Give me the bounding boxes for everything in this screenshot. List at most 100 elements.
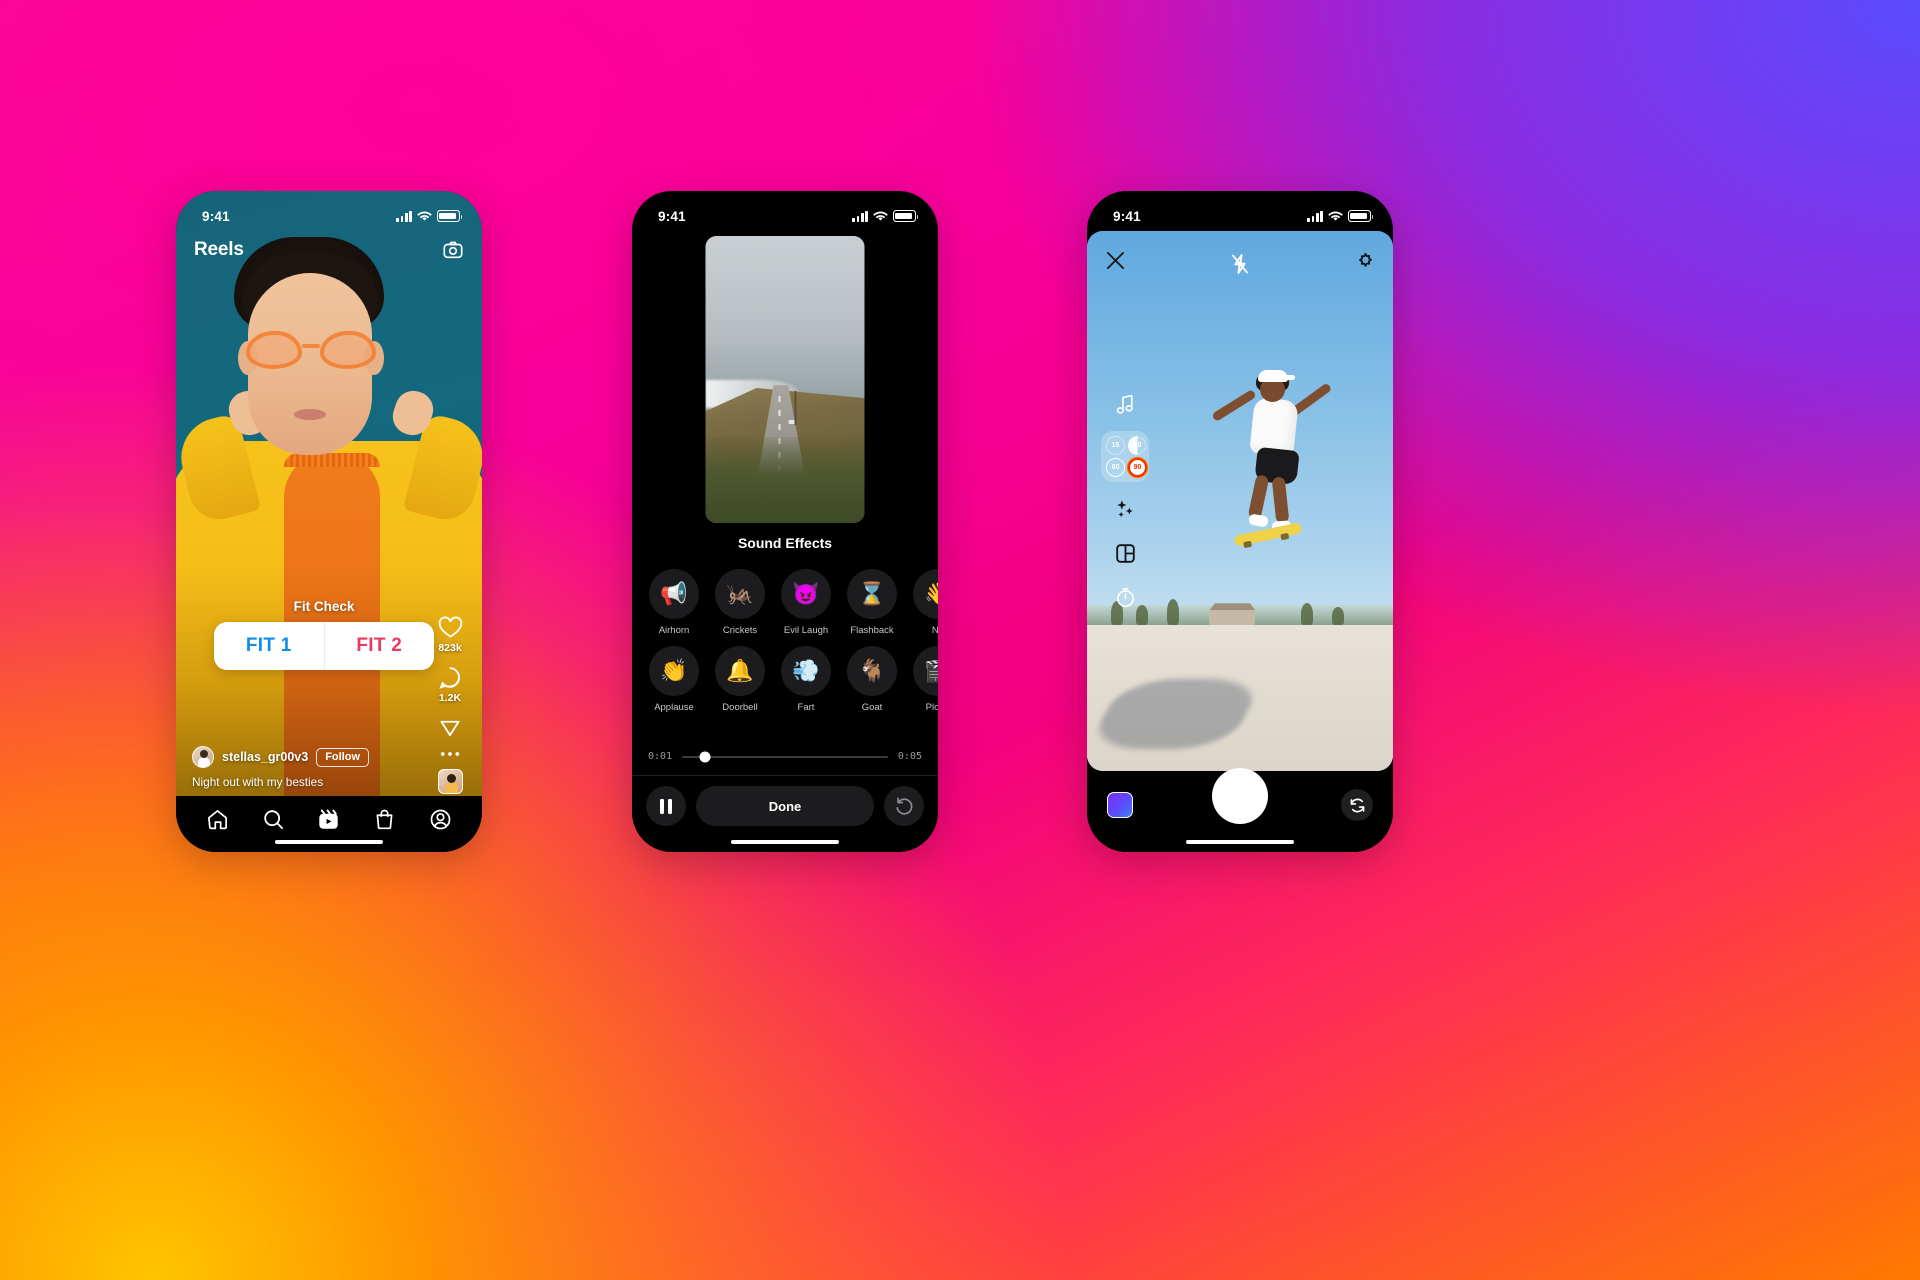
reels-screen: 9:41 Reels Fit Check FIT 1 FIT 2 stellas… <box>176 191 482 852</box>
sparkle-settings-icon[interactable] <box>1356 251 1375 270</box>
status-icons <box>396 210 463 222</box>
sound-effects-grid: 📢 Airhorn 🦗 Crickets 😈 Evil Laugh ⌛ Flas… <box>648 569 938 713</box>
flash-off-icon[interactable] <box>1230 253 1250 275</box>
sound-effect-item[interactable]: 📢 Airhorn <box>648 569 700 636</box>
page-title: Reels <box>194 239 244 260</box>
status-time: 9:41 <box>658 208 686 224</box>
sound-effect-item[interactable]: 😈 Evil Laugh <box>780 569 832 636</box>
audio-thumbnail[interactable] <box>437 769 463 794</box>
home-indicator <box>731 839 839 844</box>
sound-effect-item[interactable]: 🦗 Crickets <box>714 569 766 636</box>
sound-effect-item[interactable]: ⌛ Flashback <box>846 569 898 636</box>
sound-effect-label: Crickets <box>722 625 758 636</box>
duration-option-15[interactable]: 15 <box>1106 436 1125 455</box>
preview-brush <box>705 436 865 523</box>
sound-effect-label: No <box>931 625 938 636</box>
status-time: 9:41 <box>1113 208 1141 224</box>
tool-timer[interactable] <box>1108 580 1142 614</box>
sound-effect-label: Airhorn <box>658 625 690 636</box>
phone-camera-capture: 9:41 15 30 60 90 <box>1087 191 1393 852</box>
timeline-knob[interactable] <box>699 751 711 762</box>
cricket-icon: 🦗 <box>715 569 765 619</box>
airhorn-icon: 📢 <box>649 569 699 619</box>
username[interactable]: stellas_gr00v3 <box>222 750 308 764</box>
shop-bag-icon[interactable] <box>373 808 396 831</box>
gallery-thumbnail[interactable] <box>1107 792 1133 818</box>
status-time: 9:41 <box>202 208 230 224</box>
lips <box>294 409 326 420</box>
close-x-icon[interactable] <box>1105 250 1126 271</box>
cellular-bars-icon <box>396 210 412 222</box>
done-button[interactable]: Done <box>696 786 874 826</box>
timeline-track[interactable] <box>682 751 888 762</box>
left-arm <box>1210 389 1257 423</box>
share-paperplane-icon <box>440 720 460 737</box>
poll-title: Fit Check <box>293 599 355 614</box>
sound-effect-label: Doorbell <box>722 702 758 713</box>
duration-label: 30 <box>1133 442 1142 449</box>
dash-icon: 💨 <box>781 646 831 696</box>
duration-option-90[interactable]: 90 <box>1128 458 1147 477</box>
tool-effects[interactable] <box>1108 492 1142 526</box>
search-icon[interactable] <box>262 808 285 831</box>
preview-pole <box>794 390 797 425</box>
cellular-bars-icon <box>852 210 868 222</box>
more-action[interactable] <box>440 751 460 757</box>
reels-icon[interactable] <box>317 808 340 831</box>
pause-button[interactable] <box>646 786 686 826</box>
status-bar: 9:41 <box>632 191 938 231</box>
like-action[interactable]: 823k <box>438 616 463 654</box>
undo-icon <box>896 797 913 815</box>
comment-action[interactable]: 1.2K <box>438 666 462 704</box>
wifi-icon <box>1328 211 1343 221</box>
share-action[interactable] <box>438 716 462 739</box>
more-options-icon <box>440 752 460 756</box>
flip-camera-button[interactable] <box>1341 789 1373 821</box>
video-preview[interactable] <box>705 236 865 523</box>
sound-effect-label: Flashback <box>850 625 894 636</box>
battery-icon <box>1348 210 1374 222</box>
sound-effect-label: Fart <box>797 702 815 713</box>
duration-option-30[interactable]: 30 <box>1128 436 1147 455</box>
applause-icon: 👏 <box>649 646 699 696</box>
sound-effect-item[interactable]: 👏 Applause <box>648 646 700 713</box>
sound-effect-item[interactable]: 🔔 Doorbell <box>714 646 766 713</box>
tool-layout[interactable] <box>1108 536 1142 570</box>
sound-effect-item[interactable]: 🐐 Goat <box>846 646 898 713</box>
post-caption: Night out with my besties <box>192 775 324 789</box>
preview-sky <box>705 236 865 363</box>
skateboarder-subject <box>1210 370 1336 561</box>
control-bar: Done <box>646 786 924 826</box>
tool-music[interactable] <box>1108 387 1142 421</box>
pause-icon <box>660 798 672 814</box>
camera-icon[interactable] <box>442 239 464 261</box>
poll-option-a[interactable]: FIT 1 <box>214 622 325 670</box>
comment-count: 1.2K <box>438 692 462 704</box>
wifi-icon <box>417 211 432 221</box>
poll-option-b[interactable]: FIT 2 <box>325 622 435 670</box>
sound-effect-label: Evil Laugh <box>783 625 829 636</box>
orange-glasses <box>246 331 376 371</box>
left-shoe <box>1247 513 1269 528</box>
tree-icon <box>1301 603 1314 626</box>
avatar[interactable] <box>192 746 214 768</box>
sound-effect-item[interactable]: 💨 Fart <box>780 646 832 713</box>
user-row: stellas_gr00v3 Follow <box>192 746 410 768</box>
home-icon[interactable] <box>206 808 229 831</box>
reels-header: Reels <box>176 233 482 267</box>
sound-effects-row-1: 📢 Airhorn 🦗 Crickets 😈 Evil Laugh ⌛ Flas… <box>648 569 938 636</box>
status-bar: 9:41 <box>176 191 482 231</box>
poll-overlay: Fit Check FIT 1 FIT 2 <box>214 599 434 670</box>
profile-icon[interactable] <box>429 808 452 831</box>
sparkles-icon <box>1116 499 1133 517</box>
sound-effect-item[interactable]: 👋 No <box>912 569 938 636</box>
duration-option-60[interactable]: 60 <box>1106 458 1125 477</box>
status-icons <box>852 210 919 222</box>
audio-timeline[interactable]: 0:01 0:05 <box>648 751 922 762</box>
follow-button[interactable]: Follow <box>316 747 370 767</box>
sound-effect-item[interactable]: 🎬 Plot T <box>912 646 938 713</box>
music-note-icon <box>1116 394 1133 414</box>
duration-label: 60 <box>1111 464 1120 471</box>
phone-reels-feed: 9:41 Reels Fit Check FIT 1 FIT 2 stellas… <box>176 191 482 852</box>
undo-button[interactable] <box>884 786 924 826</box>
